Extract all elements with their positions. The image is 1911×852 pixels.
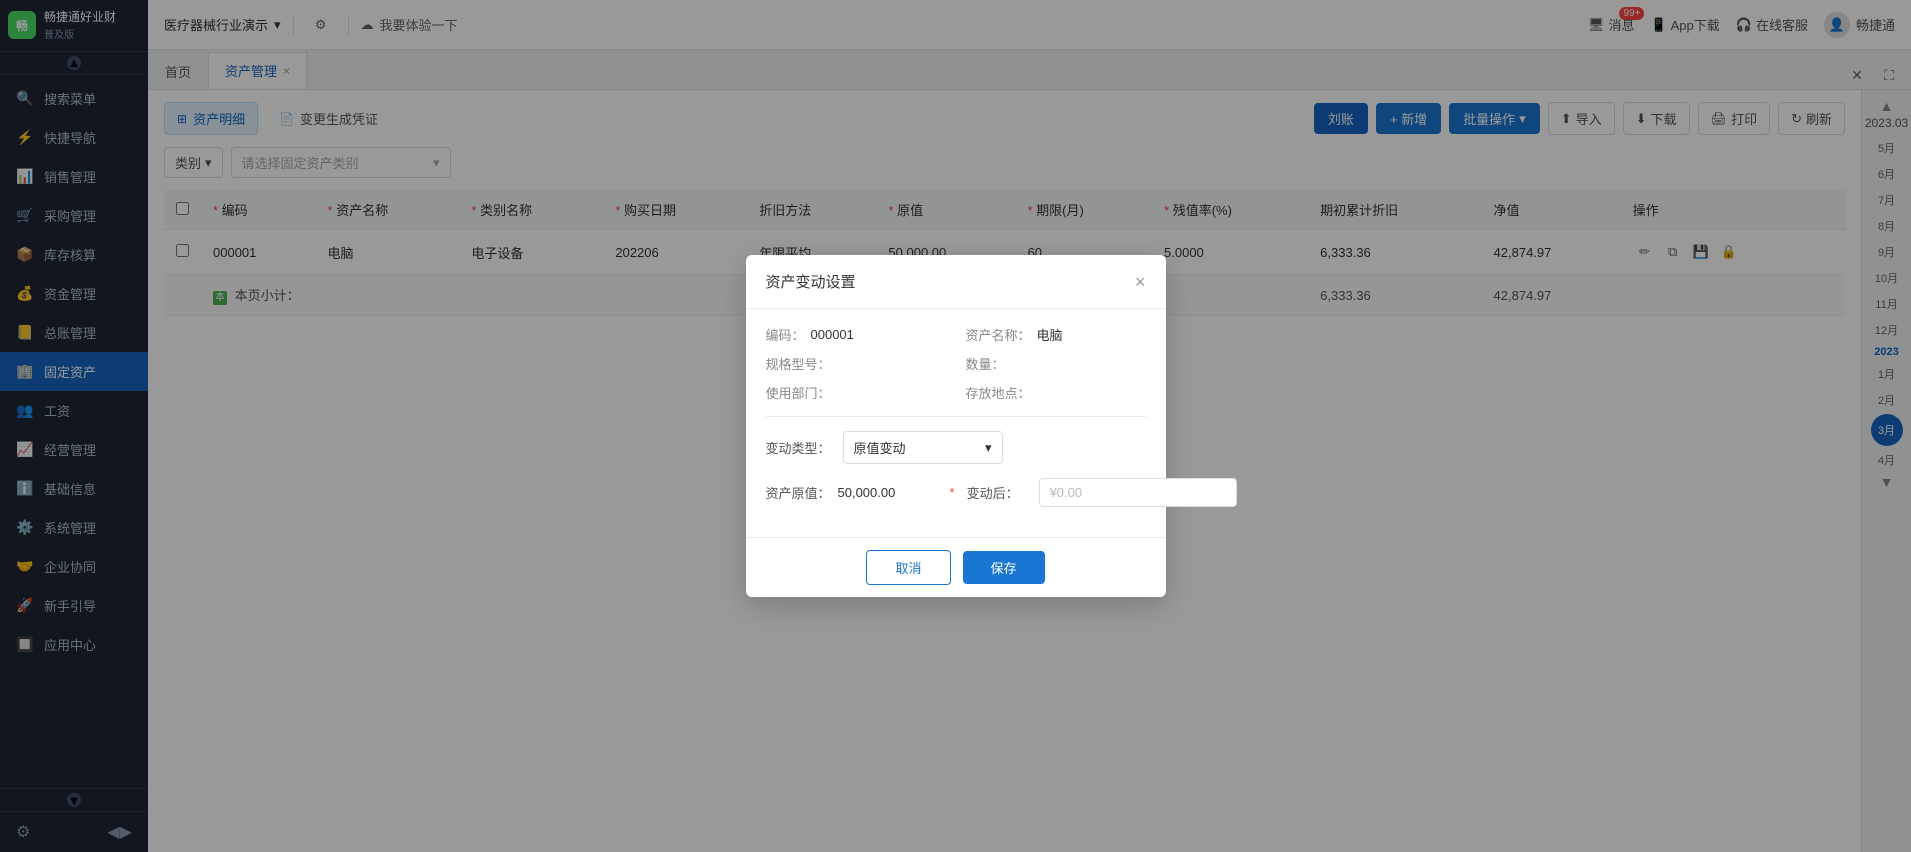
- asset-value-display: 50,000.00: [838, 485, 938, 500]
- info-name-row: 资产名称： 电脑: [966, 325, 1146, 344]
- asset-change-modal: 资产变动设置 × 编码： 000001 资产名称： 电脑 规格型号： 数量：: [746, 255, 1166, 597]
- change-type-dropdown-icon: ▾: [985, 440, 992, 456]
- info-location-row: 存放地点：: [966, 383, 1146, 402]
- info-name-label: 资产名称：: [966, 325, 1031, 344]
- info-code-value: 000001: [811, 327, 854, 342]
- info-qty-label: 数量：: [966, 354, 1005, 373]
- modal-info-grid: 编码： 000001 资产名称： 电脑 规格型号： 数量： 使用部门：: [766, 325, 1146, 402]
- change-type-select[interactable]: 原值变动 ▾: [843, 431, 1003, 464]
- info-code-row: 编码： 000001: [766, 325, 946, 344]
- change-type-label: 变动类型：: [766, 438, 831, 457]
- info-dept-row: 使用部门：: [766, 383, 946, 402]
- modal-footer: 取消 保存: [746, 537, 1166, 597]
- after-change-input[interactable]: [1039, 478, 1237, 507]
- info-location-label: 存放地点：: [966, 383, 1031, 402]
- modal-body: 编码： 000001 资产名称： 电脑 规格型号： 数量： 使用部门：: [746, 309, 1166, 537]
- change-type-row: 变动类型： 原值变动 ▾: [766, 431, 1146, 464]
- after-change-label: 变动后：: [967, 483, 1027, 502]
- info-qty-row: 数量：: [966, 354, 1146, 373]
- modal-overlay: 资产变动设置 × 编码： 000001 资产名称： 电脑 规格型号： 数量：: [0, 0, 1911, 852]
- asset-value-label: 资产原值：: [766, 483, 826, 502]
- required-star: *: [950, 485, 955, 500]
- info-dept-label: 使用部门：: [766, 383, 831, 402]
- info-code-label: 编码：: [766, 325, 805, 344]
- asset-value-row: 资产原值： 50,000.00 * 变动后：: [766, 478, 1146, 507]
- modal-title: 资产变动设置: [766, 271, 856, 292]
- modal-header: 资产变动设置 ×: [746, 255, 1166, 309]
- info-spec-label: 规格型号：: [766, 354, 831, 373]
- info-name-value: 电脑: [1037, 325, 1063, 344]
- change-type-value: 原值变动: [854, 438, 906, 457]
- modal-close-button[interactable]: ×: [1135, 273, 1146, 291]
- save-button[interactable]: 保存: [963, 551, 1045, 584]
- cancel-button[interactable]: 取消: [866, 550, 950, 585]
- modal-divider: [766, 416, 1146, 417]
- info-spec-row: 规格型号：: [766, 354, 946, 373]
